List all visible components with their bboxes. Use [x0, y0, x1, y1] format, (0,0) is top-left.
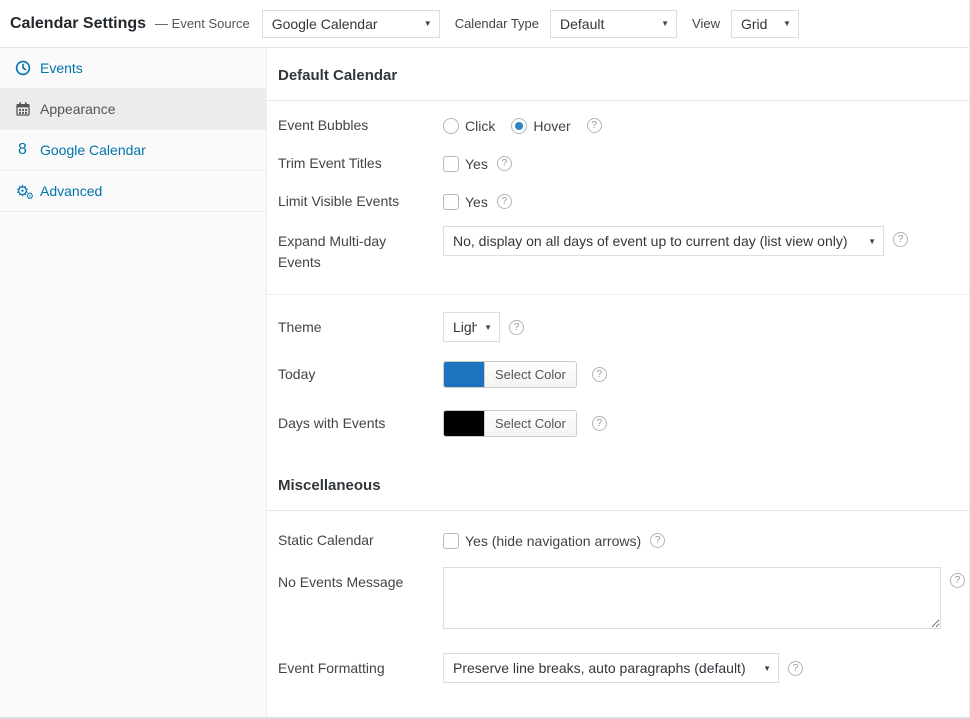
section-title-miscellaneous: Miscellaneous	[278, 477, 381, 494]
row-event-formatting: Event Formatting Preserve line breaks, a…	[278, 653, 969, 683]
chevron-down-icon: ▼	[484, 322, 492, 332]
help-icon[interactable]: ?	[893, 232, 908, 247]
event-bubbles-click-label: Click	[465, 117, 496, 134]
expand-multi-day-value: No, display on all days of event up to c…	[453, 233, 848, 249]
settings-body: Events Appearance 8 Google Calendar ⚙ ⚙ …	[0, 48, 969, 717]
trim-event-titles-label: Trim Event Titles	[278, 155, 382, 171]
event-source-value: Google Calendar	[271, 15, 378, 32]
tab-advanced[interactable]: ⚙ ⚙ Advanced	[0, 171, 266, 212]
tab-appearance[interactable]: Appearance	[0, 89, 266, 130]
expand-multi-day-label: Expand Multi-day Events	[278, 233, 387, 270]
view-label: View	[692, 16, 720, 31]
chevron-down-icon: ▼	[783, 19, 791, 28]
tab-events[interactable]: Events	[0, 48, 266, 89]
today-color-swatch	[444, 362, 484, 387]
row-theme: Theme Light ▼ ?	[278, 312, 969, 342]
chevron-down-icon: ▼	[423, 19, 432, 28]
google-icon: 8	[18, 141, 27, 158]
today-color-picker-button[interactable]: Select Color	[443, 361, 577, 388]
section-divider	[267, 100, 969, 101]
event-formatting-label: Event Formatting	[278, 659, 385, 676]
calendar-type-value: Default	[560, 15, 605, 32]
event-source-label: — Event Source	[155, 16, 250, 31]
tab-google-calendar[interactable]: 8 Google Calendar	[0, 130, 266, 171]
tab-events-label: Events	[40, 60, 83, 76]
event-bubbles-label: Event Bubbles	[278, 117, 369, 133]
help-icon[interactable]: ?	[591, 416, 607, 431]
no-events-message-label: No Events Message	[278, 574, 404, 590]
event-bubbles-hover-label: Hover	[533, 117, 571, 134]
help-icon[interactable]: ?	[496, 194, 512, 209]
settings-sidebar: Events Appearance 8 Google Calendar ⚙ ⚙ …	[0, 48, 267, 717]
view-select[interactable]: Grid ▼	[730, 9, 799, 38]
trim-event-titles-checkbox[interactable]	[443, 155, 459, 172]
view-value: Grid	[740, 15, 768, 32]
days-with-events-select-color-label: Select Color	[484, 411, 576, 436]
gears-icon: ⚙ ⚙	[15, 182, 34, 201]
help-icon[interactable]: ?	[650, 533, 666, 548]
static-calendar-label: Static Calendar	[278, 532, 374, 548]
row-static-calendar: Static Calendar Yes (hide navigation arr…	[278, 530, 969, 551]
tab-appearance-label: Appearance	[40, 101, 116, 117]
row-days-with-events: Days with Events Select Color ?	[278, 410, 969, 437]
row-expand-multi-day: Expand Multi-day Events No, display on a…	[278, 226, 969, 273]
theme-select[interactable]: Light ▼	[443, 312, 500, 342]
chevron-down-icon: ▼	[661, 19, 670, 28]
row-event-bubbles: Event Bubbles Click Hover ?	[278, 115, 969, 136]
event-bubbles-click-radio[interactable]	[443, 117, 459, 134]
calendar-type-label: Calendar Type	[454, 16, 540, 31]
days-with-events-color-swatch	[444, 411, 484, 436]
expand-multi-day-select[interactable]: No, display on all days of event up to c…	[443, 226, 884, 256]
trim-event-titles-yes-label: Yes	[465, 155, 488, 172]
tab-advanced-label: Advanced	[40, 183, 103, 199]
help-icon[interactable]: ?	[496, 156, 512, 171]
chevron-down-icon: ▼	[763, 663, 771, 673]
help-icon[interactable]: ?	[950, 573, 965, 588]
limit-visible-events-yes-label: Yes	[465, 193, 488, 210]
row-trim-event-titles: Trim Event Titles Yes ?	[278, 153, 969, 174]
calendar-settings-page: Calendar Settings — Event Source Google …	[0, 0, 970, 719]
page-title: Calendar Settings	[10, 14, 147, 32]
today-label: Today	[278, 366, 316, 382]
chevron-down-icon: ▼	[868, 236, 876, 246]
days-with-events-color-picker-button[interactable]: Select Color	[443, 410, 577, 437]
tab-google-calendar-label: Google Calendar	[40, 142, 146, 158]
section-divider	[267, 510, 969, 511]
event-formatting-value: Preserve line breaks, auto paragraphs (d…	[453, 660, 746, 676]
section-title-default-calendar: Default Calendar	[278, 67, 398, 84]
help-icon[interactable]: ?	[591, 367, 607, 382]
static-calendar-checkbox[interactable]	[443, 532, 459, 549]
no-events-message-textarea[interactable]	[443, 567, 941, 629]
limit-visible-events-label: Limit Visible Events	[278, 193, 400, 209]
theme-label: Theme	[278, 318, 322, 335]
theme-value: Light	[453, 319, 477, 335]
row-today: Today Select Color ?	[278, 361, 969, 388]
calendar-icon	[14, 101, 31, 117]
event-source-select[interactable]: Google Calendar ▼	[261, 9, 440, 38]
event-formatting-select[interactable]: Preserve line breaks, auto paragraphs (d…	[443, 653, 779, 683]
help-icon[interactable]: ?	[586, 118, 602, 133]
limit-visible-events-checkbox[interactable]	[443, 193, 459, 210]
help-icon[interactable]: ?	[788, 660, 803, 676]
top-bar: Calendar Settings — Event Source Google …	[0, 0, 969, 48]
event-bubbles-hover-radio[interactable]	[511, 117, 528, 134]
days-with-events-label: Days with Events	[278, 415, 386, 431]
clock-icon	[14, 60, 31, 76]
appearance-panel: Default Calendar Event Bubbles Click Hov…	[267, 48, 969, 717]
today-select-color-label: Select Color	[484, 362, 576, 387]
help-icon[interactable]: ?	[509, 319, 524, 335]
calendar-type-select[interactable]: Default ▼	[550, 9, 678, 38]
static-calendar-yes-label: Yes (hide navigation arrows)	[465, 532, 642, 549]
row-divider	[267, 294, 969, 295]
row-limit-visible-events: Limit Visible Events Yes ?	[278, 191, 969, 212]
row-no-events-message: No Events Message ?	[278, 567, 969, 629]
